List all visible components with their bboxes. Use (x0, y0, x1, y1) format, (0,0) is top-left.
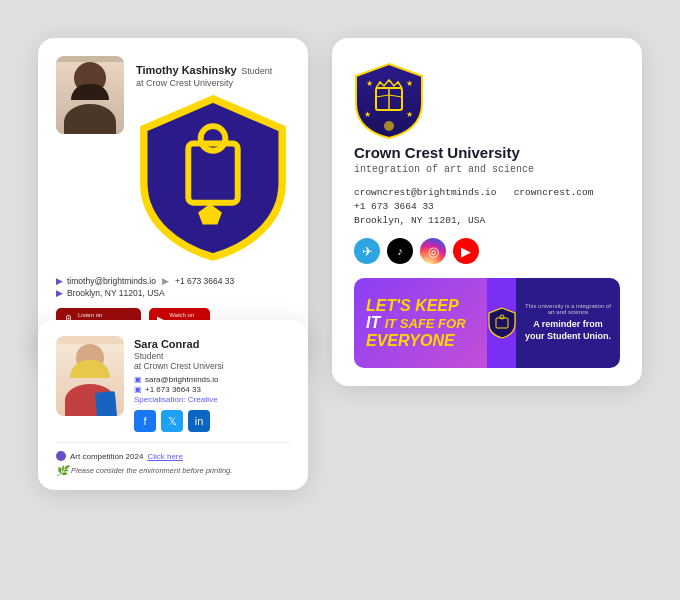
university-shield-svg: ★ ★ ★ ★ (354, 62, 424, 140)
university-name: Crown Crest University (354, 144, 620, 161)
banner-right-bottom-text: A reminder from your Student Union. (524, 319, 612, 342)
card-timothy: Timothy Kashinsky Student at Crow Crest … (38, 38, 308, 363)
sara-phone-row: ▣ +1 673 3664 33 (134, 385, 290, 394)
uni-telegram-button[interactable]: ✈ (354, 238, 380, 264)
sara-email-icon: ▣ (134, 375, 142, 384)
svg-text:★: ★ (406, 110, 413, 119)
uni-tiktok-button[interactable]: ♪ (387, 238, 413, 264)
sara-info: Sara Conrad Student at Crown Crest Unive… (134, 336, 290, 432)
sara-event-link[interactable]: Click here (147, 452, 183, 461)
uni-phone: +1 673 3664 33 (354, 201, 620, 212)
event-dot-icon (56, 451, 66, 461)
timothy-school: at Crow Crest University (136, 78, 290, 88)
svg-text:★: ★ (366, 79, 373, 88)
svg-text:★: ★ (406, 79, 413, 88)
banner-right-section: This university is a integration of art … (516, 278, 620, 368)
email-arrow-icon: ▶ (56, 276, 63, 286)
timothy-header: Timothy Kashinsky Student at Crow Crest … (56, 56, 290, 266)
card-sara: Sara Conrad Student at Crown Crest Unive… (38, 320, 308, 490)
sara-role: Student (134, 351, 290, 361)
uni-email: crowncrest@brightminds.io (354, 187, 497, 198)
sara-twitter-button[interactable]: 𝕏 (161, 410, 183, 432)
svg-text:★: ★ (364, 110, 371, 119)
sara-school: at Crown Crest Universi (134, 361, 290, 371)
banner-shield-icon (488, 307, 516, 339)
banner-line1: LET'S KEEP (366, 297, 466, 315)
banner-right-top-text: This university is a integration of art … (524, 303, 612, 315)
sara-email: sara@brightminds.io (145, 375, 218, 384)
university-banner: LET'S KEEP It IT SAFE FOR EVERYONE This … (354, 278, 620, 368)
timothy-info: Timothy Kashinsky Student at Crow Crest … (136, 56, 290, 266)
timothy-email-row: ▶ timothy@brightminds.io ▶ +1 673 3664 3… (56, 276, 290, 286)
sara-facebook-button[interactable]: f (134, 410, 156, 432)
sara-photo (56, 336, 124, 416)
timothy-phone: +1 673 3664 33 (175, 276, 234, 286)
sara-eco-text: Please consider the environment before p… (71, 466, 232, 475)
uni-youtube-button[interactable]: ▶ (453, 238, 479, 264)
uni-shield-logo: ★ ★ ★ ★ (354, 62, 620, 144)
shield-badge-small (136, 94, 290, 262)
university-social-row: ✈ ♪ ◎ ▶ (354, 238, 620, 264)
timothy-location: Brooklyn, NY 11201, USA (67, 288, 165, 298)
uni-email-row: crowncrest@brightminds.io crowncrest.com (354, 187, 620, 198)
svg-point-11 (384, 121, 394, 131)
banner-middle-section (487, 278, 516, 368)
sara-name: Sara Conrad (134, 338, 290, 350)
timothy-location-row: ▶ Brooklyn, NY 11201, USA (56, 288, 290, 298)
sara-event-text: Art competition 2024 (70, 452, 143, 461)
sara-specialisation: Specialisation: Creative (134, 395, 290, 404)
sara-linkedin-button[interactable]: in (188, 410, 210, 432)
leaf-icon: 🌿 (56, 465, 68, 476)
timothy-email: timothy@brightminds.io (67, 276, 156, 286)
banner-line3: EVERYONE (366, 332, 466, 350)
uni-location: Brooklyn, NY 11201, USA (354, 215, 620, 226)
banner-left-section: LET'S KEEP It IT SAFE FOR EVERYONE (354, 278, 487, 368)
sara-footer: Art competition 2024 Click here 🌿 Please… (56, 442, 290, 476)
sara-event-row: Art competition 2024 Click here (56, 451, 290, 461)
location-arrow-icon: ▶ (56, 288, 63, 298)
banner-headline: LET'S KEEP It IT SAFE FOR EVERYONE (366, 297, 466, 350)
card-university: ★ ★ ★ ★ Crown Crest University integrati… (332, 38, 642, 386)
timothy-photo (56, 56, 124, 134)
canvas: Timothy Kashinsky Student at Crow Crest … (0, 0, 680, 600)
banner-line2: IT SAFE FOR (385, 316, 466, 331)
uni-instagram-button[interactable]: ◎ (420, 238, 446, 264)
university-tagline: integration of art and science (354, 164, 620, 175)
sara-phone-icon: ▣ (134, 385, 142, 394)
timothy-name: Timothy Kashinsky Student (136, 60, 290, 78)
sara-phone: +1 673 3664 33 (145, 385, 201, 394)
sara-email-row: ▣ sara@brightminds.io (134, 375, 290, 384)
banner-it: It (366, 314, 380, 331)
sara-social-row: f 𝕏 in (134, 410, 290, 432)
sara-eco-row: 🌿 Please consider the environment before… (56, 465, 290, 476)
uni-website: crowncrest.com (514, 187, 594, 198)
sara-header: Sara Conrad Student at Crown Crest Unive… (56, 336, 290, 432)
